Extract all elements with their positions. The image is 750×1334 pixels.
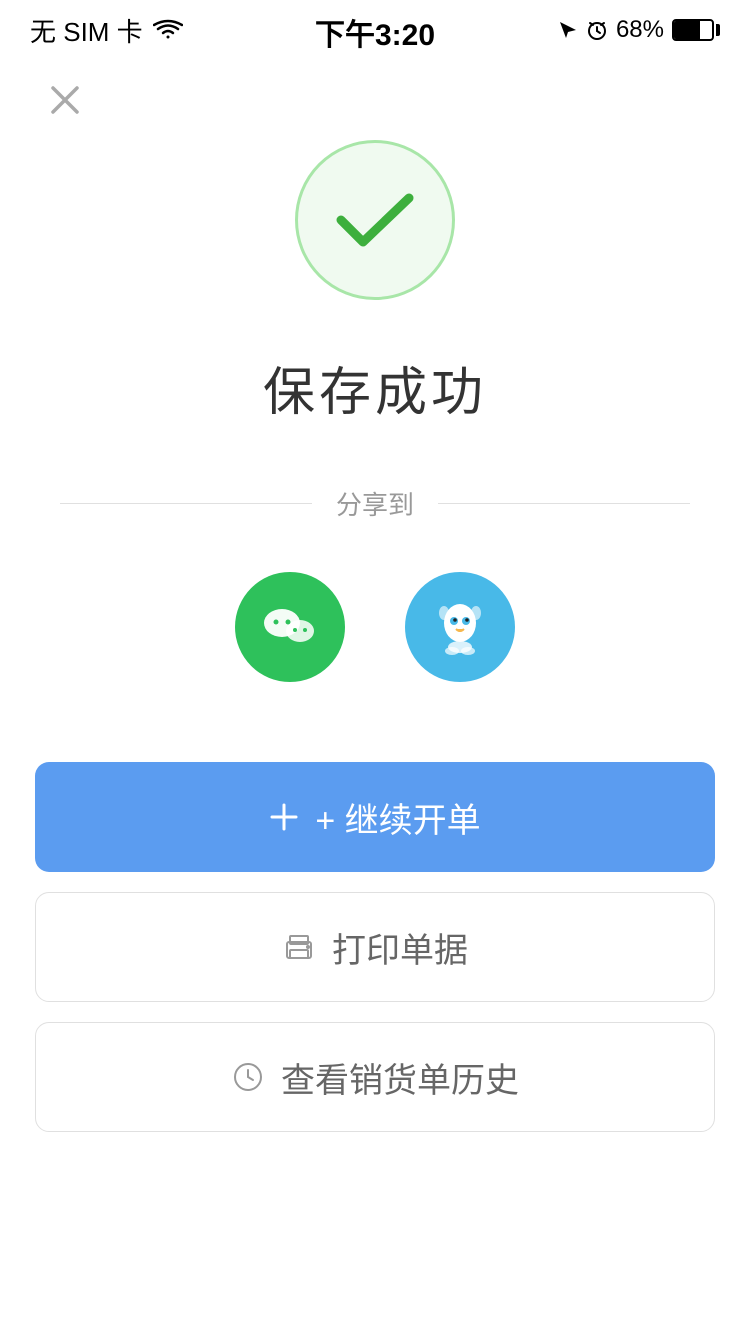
share-divider: 分享到 [0, 485, 750, 522]
status-left: 无 SIM 卡 [30, 12, 183, 49]
share-label: 分享到 [312, 485, 438, 522]
history-button[interactable]: 查看销货单历史 [35, 1022, 715, 1132]
status-time: 下午3:20 [315, 10, 435, 54]
status-bar: 无 SIM 卡 下午3:20 68% [0, 0, 750, 60]
history-icon [231, 1060, 265, 1094]
continue-button[interactable]: + 继续开单 [35, 762, 715, 872]
success-title: 保存成功 [263, 350, 487, 425]
close-icon [47, 82, 83, 118]
continue-label: + 继续开单 [315, 793, 480, 842]
wechat-icon [258, 595, 323, 660]
plus-icon [269, 802, 299, 832]
print-icon [282, 930, 316, 964]
location-icon [558, 20, 578, 40]
divider-line-right [438, 503, 690, 504]
status-right: 68% [558, 16, 720, 44]
action-buttons: + 继续开单 打印单据 查看销货单历史 [35, 762, 715, 1132]
check-icon [335, 190, 415, 250]
wechat-share-button[interactable] [235, 572, 345, 682]
qq-share-button[interactable] [405, 572, 515, 682]
close-button[interactable] [40, 75, 90, 125]
history-label: 查看销货单历史 [281, 1053, 519, 1102]
battery-text: 68% [616, 16, 664, 44]
qq-icon [428, 595, 493, 660]
alarm-icon [586, 19, 608, 41]
wifi-icon [153, 19, 183, 41]
print-button[interactable]: 打印单据 [35, 892, 715, 1002]
share-icons [235, 572, 515, 682]
main-content: 保存成功 分享到 [0, 60, 750, 1132]
carrier-text: 无 SIM 卡 [30, 12, 143, 49]
battery-icon [672, 19, 720, 41]
divider-line-left [60, 503, 312, 504]
success-circle [295, 140, 455, 300]
print-label: 打印单据 [332, 923, 468, 972]
